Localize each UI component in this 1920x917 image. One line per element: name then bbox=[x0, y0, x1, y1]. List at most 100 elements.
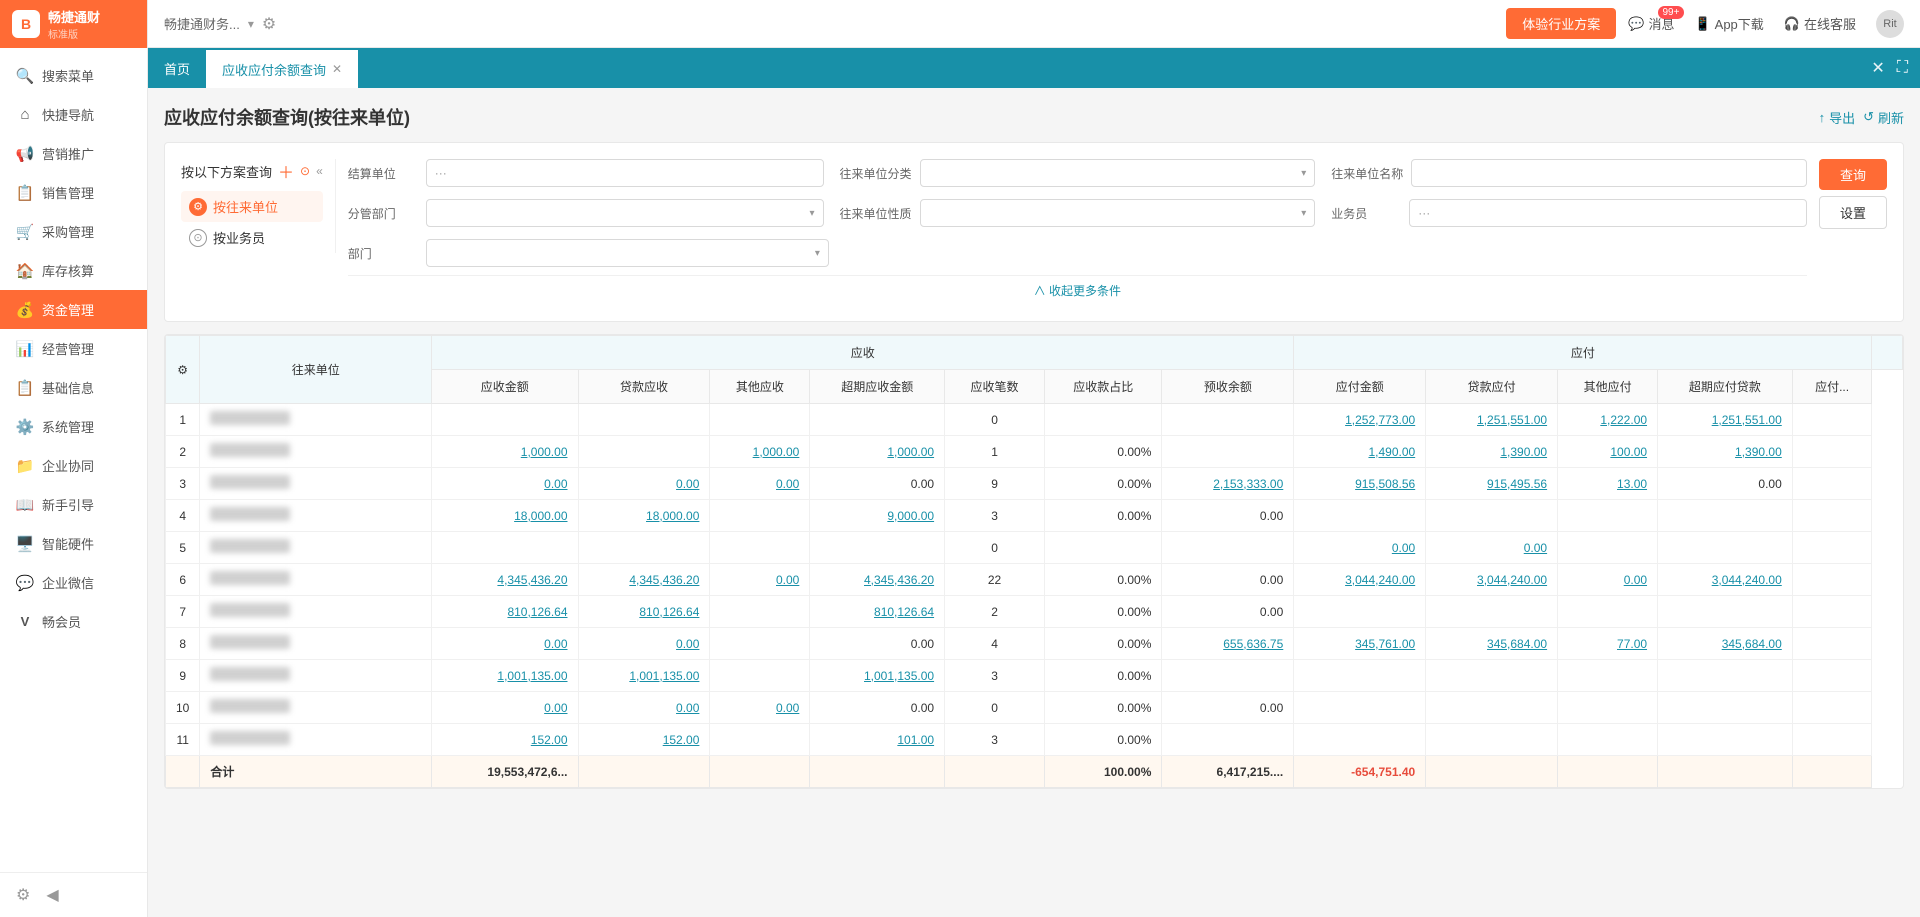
table-overdue-ar-col[interactable]: 超期应收金额 bbox=[810, 370, 945, 404]
app-download-button[interactable]: 📱 App下载 bbox=[1694, 14, 1763, 33]
table-cell-link[interactable]: 1,490.00 bbox=[1368, 445, 1415, 459]
table-cell-link[interactable]: 13.00 bbox=[1617, 477, 1647, 491]
online-service-button[interactable]: 🎧 在线客服 bbox=[1784, 14, 1856, 33]
table-cell-link[interactable]: 0.00 bbox=[676, 637, 699, 651]
scheme-by-unit[interactable]: ⚙ 按往来单位 bbox=[181, 191, 323, 222]
tab-ar-ap[interactable]: 应收应付余额查询 ✕ bbox=[206, 48, 358, 88]
table-cell-link[interactable]: 0.00 bbox=[1524, 541, 1547, 555]
salesperson-input[interactable]: ··· bbox=[1409, 199, 1807, 227]
table-cell-link[interactable]: 1,000.00 bbox=[887, 445, 934, 459]
table-cell-link[interactable]: 1,390.00 bbox=[1500, 445, 1547, 459]
tab-close-window-icon[interactable]: ✕ bbox=[1871, 58, 1884, 78]
table-cell-link[interactable]: 3,044,240.00 bbox=[1345, 573, 1415, 587]
table-cell-link[interactable]: 0.00 bbox=[1624, 573, 1647, 587]
table-cell-link[interactable]: 18,000.00 bbox=[514, 509, 567, 523]
table-cell-link[interactable]: 0.00 bbox=[776, 701, 799, 715]
table-cell-link[interactable]: 1,000.00 bbox=[521, 445, 568, 459]
table-settings-col[interactable]: ⚙ bbox=[166, 336, 200, 404]
sidebar-item-system[interactable]: ⚙️ 系统管理 bbox=[0, 407, 147, 446]
table-cell-link[interactable]: 3,044,240.00 bbox=[1712, 573, 1782, 587]
table-cell-link[interactable]: 152.00 bbox=[531, 733, 568, 747]
table-cell-link[interactable]: 345,684.00 bbox=[1487, 637, 1547, 651]
table-cell-link[interactable]: 1,001,135.00 bbox=[629, 669, 699, 683]
table-container[interactable]: ⚙ 往来单位 应收 应付 应收金额 贷款应收 其他应收 超期应收金额 bbox=[165, 335, 1903, 788]
sidebar-item-purchase[interactable]: 🛒 采购管理 bbox=[0, 212, 147, 251]
table-cell-link[interactable]: 101.00 bbox=[897, 733, 934, 747]
table-cell-link[interactable]: 0.00 bbox=[1392, 541, 1415, 555]
scheme-collapse-icon[interactable]: « bbox=[316, 164, 323, 178]
gear-settings-icon[interactable]: ⚙ bbox=[262, 14, 276, 34]
table-cell-link[interactable]: 0.00 bbox=[676, 701, 699, 715]
table-cell-link[interactable]: 0.00 bbox=[776, 573, 799, 587]
table-cell-link[interactable]: 4,345,436.20 bbox=[864, 573, 934, 587]
sidebar-item-basic-info[interactable]: 📋 基础信息 bbox=[0, 368, 147, 407]
table-cell-link[interactable]: 1,251,551.00 bbox=[1712, 413, 1782, 427]
sidebar-item-finance[interactable]: 💰 资金管理 bbox=[0, 290, 147, 329]
sidebar-item-wechat[interactable]: 💬 企业微信 bbox=[0, 563, 147, 602]
table-other-ap-col[interactable]: 其他应付 bbox=[1558, 370, 1658, 404]
table-cell-link[interactable]: 4,345,436.20 bbox=[497, 573, 567, 587]
table-cell-link[interactable]: 0.00 bbox=[676, 477, 699, 491]
table-cell-link[interactable]: 655,636.75 bbox=[1223, 637, 1283, 651]
sidebar-item-marketing[interactable]: 📢 营销推广 bbox=[0, 134, 147, 173]
table-cell-link[interactable]: 1,001,135.00 bbox=[864, 669, 934, 683]
table-ar-ratio-col[interactable]: 应收款占比 bbox=[1045, 370, 1162, 404]
tab-close-icon[interactable]: ✕ bbox=[332, 62, 342, 76]
partner-name-input[interactable] bbox=[1411, 159, 1807, 187]
sidebar-item-sales[interactable]: 📋 销售管理 bbox=[0, 173, 147, 212]
sidebar-item-collab[interactable]: 📁 企业协同 bbox=[0, 446, 147, 485]
scheme-settings-icon[interactable]: ⊙ bbox=[300, 164, 310, 178]
table-cell-link[interactable]: 810,126.64 bbox=[507, 605, 567, 619]
table-cell-link[interactable]: 915,495.56 bbox=[1487, 477, 1547, 491]
table-cell-link[interactable]: 345,761.00 bbox=[1355, 637, 1415, 651]
table-cell-link[interactable]: 77.00 bbox=[1617, 637, 1647, 651]
table-cell-link[interactable]: 1,252,773.00 bbox=[1345, 413, 1415, 427]
collapse-footer-icon[interactable]: ◀ bbox=[46, 885, 58, 905]
collapse-button[interactable]: ∧ 收起更多条件 bbox=[348, 275, 1807, 305]
export-button[interactable]: ↑ 导出 bbox=[1819, 108, 1856, 127]
table-cell-link[interactable]: 345,684.00 bbox=[1722, 637, 1782, 651]
table-cell-link[interactable]: 152.00 bbox=[663, 733, 700, 747]
table-cell-link[interactable]: 0.00 bbox=[544, 701, 567, 715]
managed-dept-input[interactable]: ▾ bbox=[426, 199, 824, 227]
sidebar-item-quick-nav[interactable]: ⌂ 快捷导航 bbox=[0, 95, 147, 134]
table-cell-link[interactable]: 1,222.00 bbox=[1600, 413, 1647, 427]
dept-input[interactable]: ▾ bbox=[426, 239, 829, 267]
add-scheme-icon[interactable]: ＋ bbox=[278, 159, 294, 183]
sidebar-item-operations[interactable]: 📊 经营管理 bbox=[0, 329, 147, 368]
table-ar-amount-col[interactable]: 应收金额 bbox=[432, 370, 578, 404]
tab-home[interactable]: 首页 bbox=[148, 48, 206, 88]
table-cell-link[interactable]: 0.00 bbox=[776, 477, 799, 491]
table-cell-link[interactable]: 1,390.00 bbox=[1735, 445, 1782, 459]
settlement-unit-input[interactable]: ··· bbox=[426, 159, 824, 187]
user-avatar[interactable]: Rit bbox=[1876, 10, 1904, 38]
table-cell-link[interactable]: 9,000.00 bbox=[887, 509, 934, 523]
scheme-by-staff[interactable]: ⊙ 按业务员 bbox=[181, 222, 323, 253]
settings-footer-icon[interactable]: ⚙ bbox=[16, 885, 30, 905]
partner-category-input[interactable]: ▾ bbox=[920, 159, 1316, 187]
sidebar-item-hardware[interactable]: 🖥️ 智能硬件 bbox=[0, 524, 147, 563]
table-cell-link[interactable]: 1,000.00 bbox=[753, 445, 800, 459]
table-cell-link[interactable]: 0.00 bbox=[544, 637, 567, 651]
table-cell-link[interactable]: 810,126.64 bbox=[874, 605, 934, 619]
table-prepay-col[interactable]: 预收余额 bbox=[1162, 370, 1294, 404]
table-ar-count-col[interactable]: 应收笔数 bbox=[945, 370, 1045, 404]
query-button[interactable]: 查询 bbox=[1819, 159, 1887, 190]
table-cell-link[interactable]: 0.00 bbox=[544, 477, 567, 491]
trial-button[interactable]: 体验行业方案 bbox=[1506, 8, 1616, 39]
table-cell-link[interactable]: 3,044,240.00 bbox=[1477, 573, 1547, 587]
table-cell-link[interactable]: 915,508.56 bbox=[1355, 477, 1415, 491]
sidebar-item-search-menu[interactable]: 🔍 搜索菜单 bbox=[0, 56, 147, 95]
table-overdue-ap-col[interactable]: 超期应付贷款 bbox=[1658, 370, 1793, 404]
table-ap-amount-col[interactable]: 应付金额 bbox=[1294, 370, 1426, 404]
table-cell-link[interactable]: 4,345,436.20 bbox=[629, 573, 699, 587]
notification-button[interactable]: 💬 消息 99+ bbox=[1628, 14, 1674, 33]
table-cell-link[interactable]: 100.00 bbox=[1610, 445, 1647, 459]
table-other-ar-col[interactable]: 其他应收 bbox=[710, 370, 810, 404]
table-ap-extra-col2[interactable]: 应付... bbox=[1792, 370, 1872, 404]
partner-nature-input[interactable]: ▾ bbox=[920, 199, 1316, 227]
table-cell-link[interactable]: 2,153,333.00 bbox=[1213, 477, 1283, 491]
sidebar-item-inventory[interactable]: 🏠 库存核算 bbox=[0, 251, 147, 290]
table-cell-link[interactable]: 1,251,551.00 bbox=[1477, 413, 1547, 427]
refresh-button[interactable]: ↺ 刷新 bbox=[1863, 108, 1904, 127]
